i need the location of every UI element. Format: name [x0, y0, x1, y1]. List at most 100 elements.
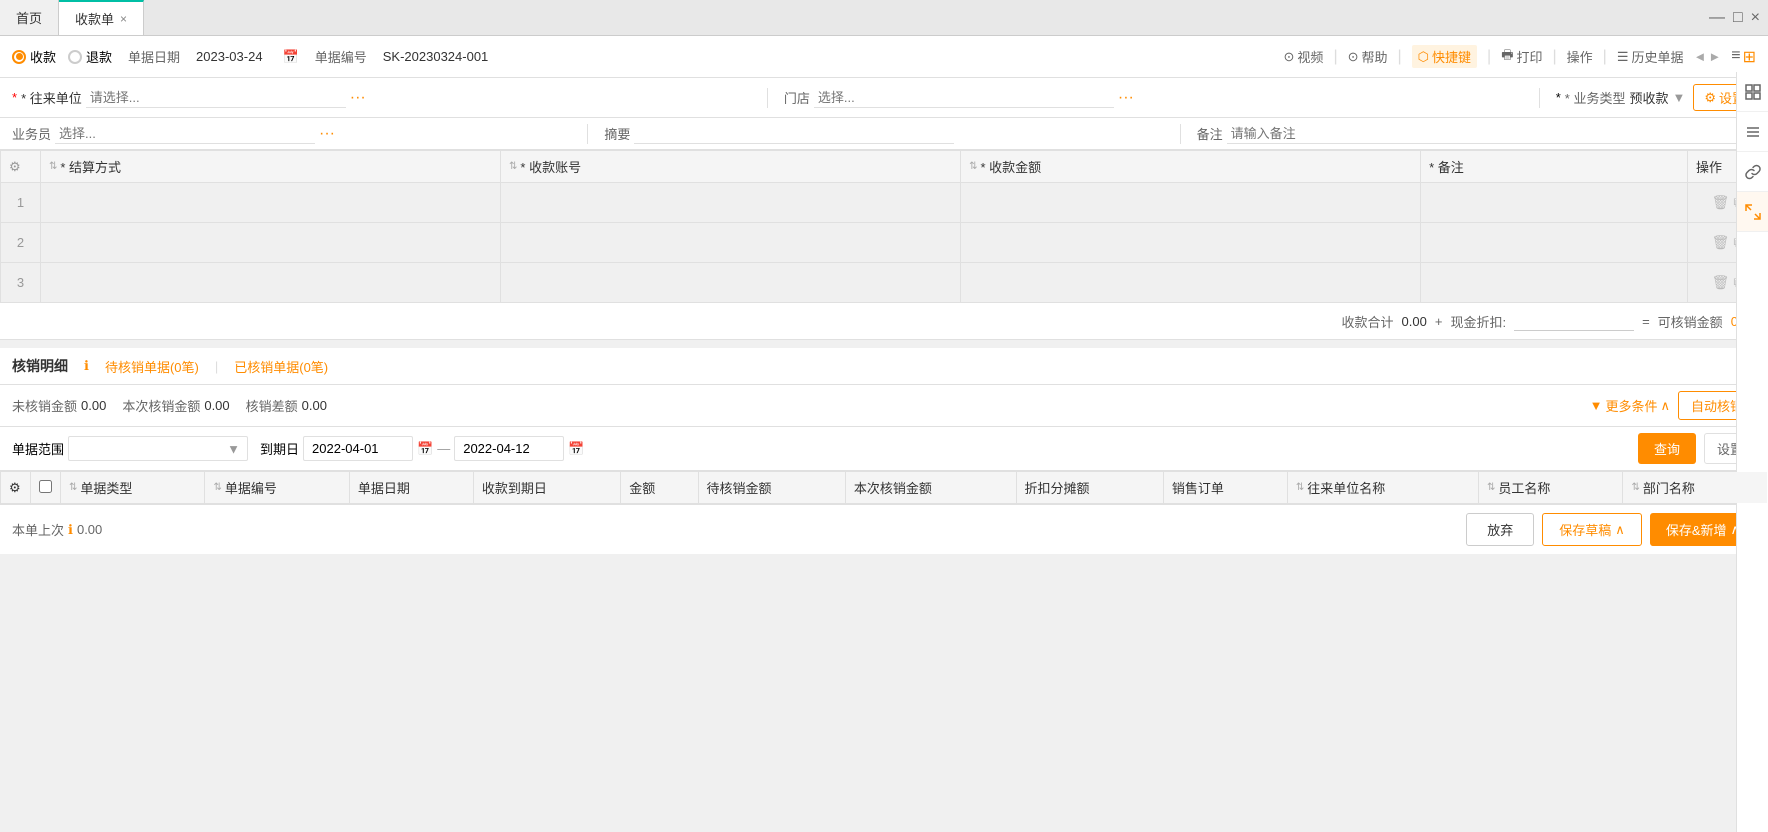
table-gear-2-icon[interactable]: ⚙ — [9, 480, 21, 495]
completed-tab[interactable]: 已核销单据(0笔) — [234, 357, 328, 376]
row-1-delete-icon[interactable]: 🗑 — [1712, 194, 1730, 211]
due-date-header: 收款到期日 — [482, 481, 547, 496]
help-btn[interactable]: ⊙ 帮助 — [1348, 47, 1388, 66]
th-type: ⇅ 单据类型 — [61, 472, 205, 504]
pending-tab[interactable]: 待核销单据(0笔) — [105, 357, 199, 376]
sep4: | — [1553, 48, 1557, 66]
row-3-delete-icon[interactable]: 🗑 — [1712, 274, 1730, 291]
partner-input[interactable] — [86, 88, 346, 108]
row-3-amount[interactable] — [961, 263, 1421, 303]
row-2-settlement[interactable] — [41, 223, 501, 263]
row-1-amount[interactable] — [961, 183, 1421, 223]
tab-sep: | — [215, 359, 218, 374]
next-arrow[interactable]: ► — [1708, 49, 1721, 64]
print-label: 打印 — [1516, 47, 1542, 66]
row-3-settlement[interactable] — [41, 263, 501, 303]
data-table-container: ⚙ ⇅ * 结算方式 ⇅ * 收款账号 — [0, 150, 1768, 303]
date-end-input[interactable] — [454, 436, 564, 461]
discount-input[interactable] — [1514, 311, 1634, 331]
store-input[interactable] — [814, 88, 1114, 108]
row-2-delete-icon[interactable]: 🗑 — [1712, 234, 1730, 251]
footer-icon: ℹ — [68, 522, 73, 538]
sidebar-expand-icon[interactable] — [1737, 192, 1768, 232]
current-header: 本次核销金额 — [854, 481, 932, 496]
print-btn[interactable]: 🖶 打印 — [1501, 46, 1542, 68]
form-row-1: * * 往来单位 ··· 门店 ··· * * 业务类型 预收款 ▼ ⚙ 设置 — [0, 78, 1768, 118]
row-1-settlement[interactable] — [41, 183, 501, 223]
verify-info-icon[interactable]: ℹ — [84, 358, 89, 374]
tab-receipt[interactable]: 收款单 × — [59, 0, 144, 35]
list-view-btn[interactable]: ≡ — [1731, 47, 1740, 67]
video-icon: ⊙ — [1284, 49, 1295, 65]
sort-icon-2: ⇅ — [509, 161, 517, 172]
sidebar-link-icon[interactable] — [1737, 152, 1768, 192]
query-btn[interactable]: 查询 — [1638, 433, 1696, 464]
operation-btn[interactable]: 操作 — [1567, 47, 1593, 66]
total-label: 收款合计 — [1342, 312, 1394, 331]
refund-radio[interactable]: 退款 — [68, 47, 112, 66]
table-gear-icon[interactable]: ⚙ — [9, 159, 21, 174]
settings-icon: ⚙ — [1704, 90, 1716, 106]
sidebar-list-icon[interactable] — [1737, 112, 1768, 152]
row-2-account[interactable] — [501, 223, 961, 263]
business-dropdown-icon[interactable]: ▼ — [1672, 90, 1685, 105]
store-more-btn[interactable]: ··· — [1118, 89, 1134, 107]
staff-input[interactable] — [55, 124, 315, 144]
verify-right: ▼ 更多条件 ∧ 自动核销 — [1590, 391, 1756, 420]
row-2-amount[interactable] — [961, 223, 1421, 263]
current-stat: 本次核销金额 0.00 — [122, 396, 229, 415]
minimize-btn[interactable]: — — [1709, 9, 1725, 27]
select-all-checkbox[interactable] — [39, 480, 52, 493]
tab-close-icon[interactable]: × — [120, 12, 127, 26]
grid-view-btn[interactable]: ⊞ — [1743, 47, 1756, 67]
shortcut-btn[interactable]: ⬡ 快捷键 — [1412, 45, 1477, 68]
maximize-btn[interactable]: □ — [1733, 9, 1743, 27]
diff-label: 核销差额 — [246, 396, 298, 415]
cal-end-icon[interactable]: 📅 — [568, 441, 584, 457]
total-value: 0.00 — [1402, 314, 1427, 329]
th-checkbox: ⚙ — [1, 472, 31, 504]
bottom-table-wrapper[interactable]: ⚙ ⇅ 单据类型 ⇅ — [0, 471, 1768, 504]
video-btn[interactable]: ⊙ 视频 — [1284, 47, 1324, 66]
tab-receipt-label: 收款单 — [75, 9, 114, 28]
dept-header: 部门名称 — [1643, 478, 1695, 497]
range-select[interactable] — [68, 436, 248, 461]
row-1-note[interactable] — [1421, 183, 1688, 223]
row-3-account[interactable] — [501, 263, 961, 303]
row-1-account[interactable] — [501, 183, 961, 223]
history-btn[interactable]: ☰ 历史单据 — [1617, 47, 1684, 66]
tab-home[interactable]: 首页 — [0, 0, 59, 35]
sep3: | — [1487, 48, 1491, 66]
partner-more-btn[interactable]: ··· — [350, 89, 366, 107]
footer-bar: 本单上次 ℹ 0.00 放弃 保存草稿 ∧ 保存&新增 ∧ — [0, 504, 1768, 554]
sort-dept-icon: ⇅ — [1631, 482, 1639, 493]
sort-type-icon: ⇅ — [69, 482, 77, 493]
table-row: 3 🗑 ⧉ — [1, 263, 1768, 303]
summary-input[interactable] — [634, 124, 954, 144]
store-field-label: 门店 — [784, 88, 810, 107]
receipt-radio[interactable]: 收款 — [12, 47, 56, 66]
cal-start-icon[interactable]: 📅 — [417, 441, 433, 457]
abandon-btn[interactable]: 放弃 — [1466, 513, 1534, 546]
chevron-up-icon: ∧ — [1660, 398, 1670, 414]
amount-header-2: 金额 — [629, 481, 655, 496]
current-stat-value: 0.00 — [204, 398, 229, 413]
staff-more-btn[interactable]: ··· — [319, 125, 335, 143]
calendar-icon[interactable]: 📅 — [283, 49, 299, 65]
footer-value: 0.00 — [77, 522, 102, 537]
row-2-note[interactable] — [1421, 223, 1688, 263]
th-gear: ⚙ — [1, 151, 41, 183]
row-3-note[interactable] — [1421, 263, 1688, 303]
date-start-input[interactable] — [303, 436, 413, 461]
row-num-2: 2 — [1, 223, 41, 263]
save-draft-btn[interactable]: 保存草稿 ∧ — [1542, 513, 1642, 546]
more-conditions-btn[interactable]: ▼ 更多条件 ∧ — [1590, 396, 1670, 415]
shortcut-label: 快捷键 — [1432, 47, 1471, 66]
window-close-btn[interactable]: × — [1751, 9, 1760, 27]
main-content: 收款 退款 单据日期 2023-03-24 📅 单据编号 SK-20230324… — [0, 36, 1768, 554]
sidebar-table-icon[interactable] — [1737, 72, 1768, 112]
remark-input[interactable] — [1227, 124, 1756, 144]
prev-arrow[interactable]: ◄ — [1694, 49, 1707, 64]
business-required: * — [1556, 90, 1561, 105]
discount-label: 现金折扣: — [1450, 312, 1506, 331]
